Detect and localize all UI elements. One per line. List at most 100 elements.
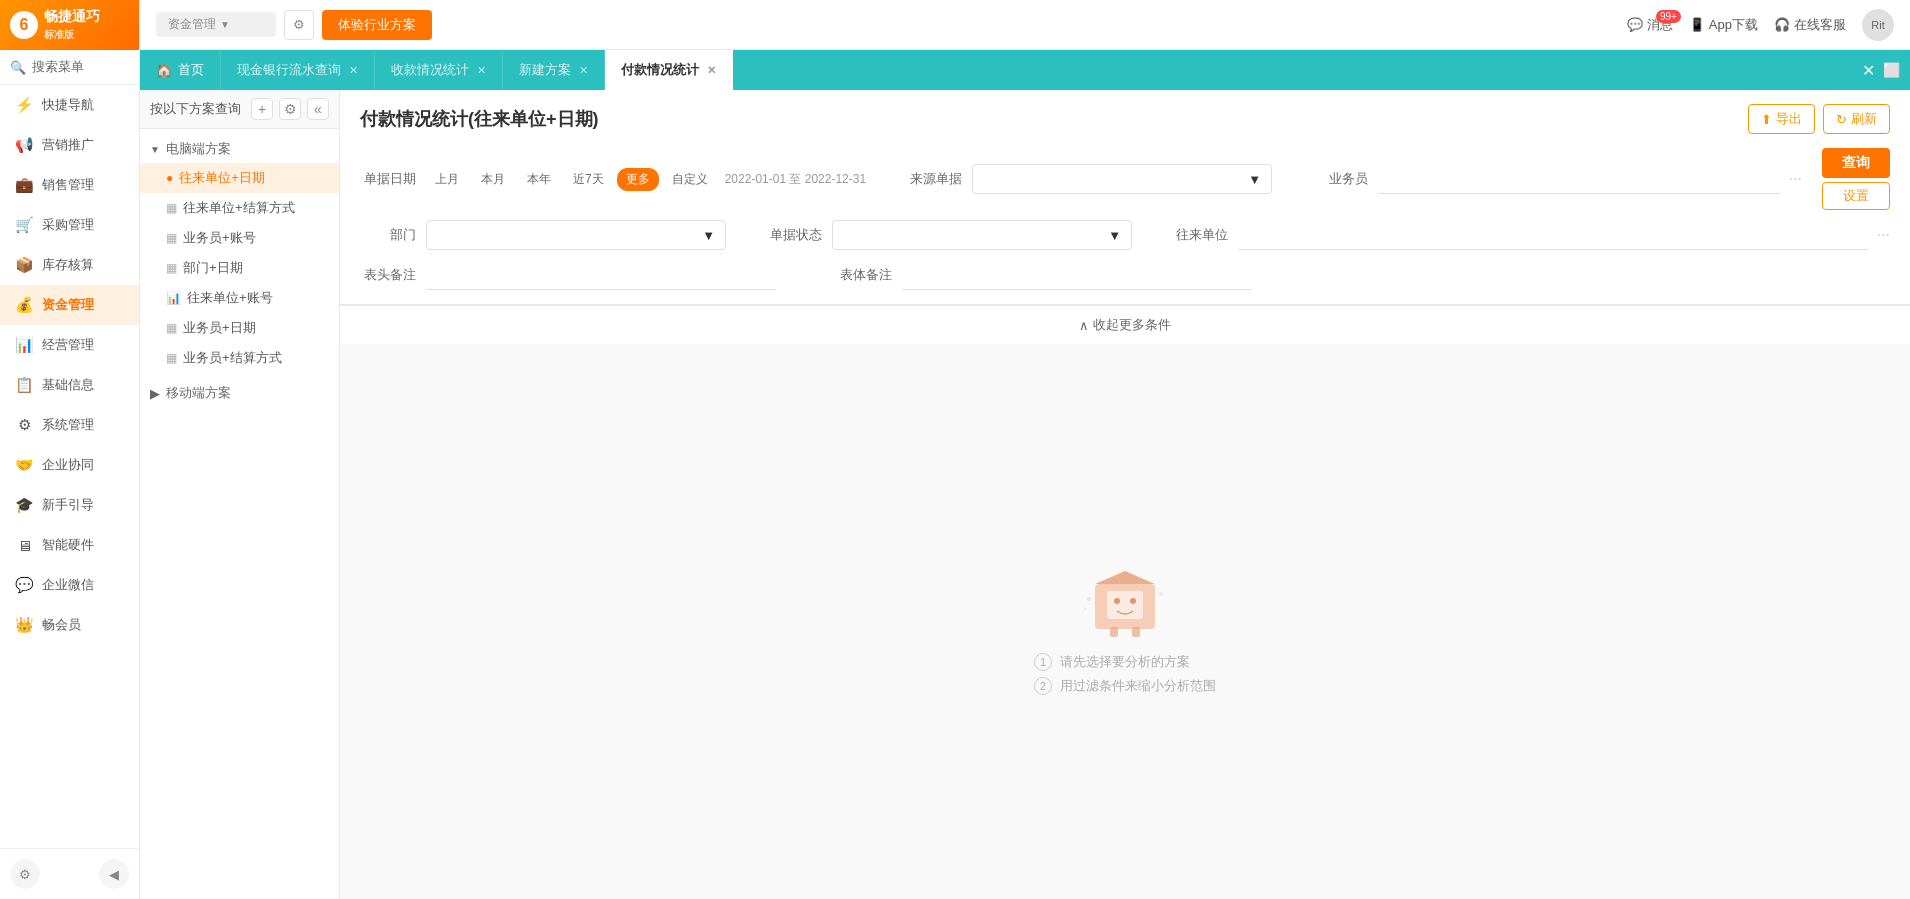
source-label: 来源单据: [906, 170, 962, 188]
empty-illustration: [1075, 549, 1175, 639]
counterparty-input[interactable]: [1238, 220, 1869, 250]
sidebar-item-enterprise[interactable]: 🤝 企业协同: [0, 445, 139, 485]
tree-item-salesman-date[interactable]: ▦ 业务员+日期: [140, 313, 339, 343]
sidebar-item-wechat[interactable]: 💬 企业微信: [0, 565, 139, 605]
panel-collapse-btn[interactable]: «: [307, 98, 329, 120]
panel-settings-btn[interactable]: ⚙: [279, 98, 301, 120]
notification-btn[interactable]: 💬 消息 99+: [1627, 16, 1673, 34]
marketing-label: 营销推广: [42, 136, 94, 154]
sidebar-item-basic-info[interactable]: 📋 基础信息: [0, 365, 139, 405]
avatar-text: Rit: [1871, 19, 1884, 31]
collapse-bar[interactable]: ∧ 收起更多条件: [340, 305, 1910, 344]
tab-cashflow-close[interactable]: ✕: [349, 64, 358, 77]
sidebar-item-hardware[interactable]: 🖥 智能硬件: [0, 525, 139, 565]
sidebar-item-member[interactable]: 👑 畅会员: [0, 605, 139, 645]
docstatus-select[interactable]: ▼: [832, 220, 1132, 250]
sidebar-item-purchase[interactable]: 🛒 采购管理: [0, 205, 139, 245]
body-note-area: [902, 260, 1252, 290]
pill-7days[interactable]: 近7天: [564, 168, 613, 191]
trial-btn[interactable]: 体验行业方案: [322, 10, 432, 40]
collapse-label: 收起更多条件: [1093, 316, 1171, 334]
tree-item-salesman-settlement[interactable]: ▦ 业务员+结算方式: [140, 343, 339, 373]
tab-payments-close[interactable]: ✕: [707, 64, 716, 77]
tree-group-mobile-header[interactable]: ▶ 移动端方案: [140, 379, 339, 407]
member-label: 畅会员: [42, 616, 81, 634]
tree-group-desktop-header[interactable]: ▼ 电脑端方案: [140, 135, 339, 163]
sidebar-item-sales[interactable]: 💼 销售管理: [0, 165, 139, 205]
sidebar-item-finance[interactable]: 💰 资金管理: [0, 285, 139, 325]
tab-new-plan[interactable]: 新建方案 ✕: [503, 50, 605, 90]
tree-item-counterparty-account[interactable]: 📊 往来单位+账号: [140, 283, 339, 313]
tab-bar: 🏠 首页 现金银行流水查询 ✕ 收款情况统计 ✕ 新建方案 ✕ 付款情况统计 ✕…: [140, 50, 1910, 90]
online-service-btn[interactable]: 🎧 在线客服: [1774, 16, 1846, 34]
tree-item-dept-date[interactable]: ▦ 部门+日期: [140, 253, 339, 283]
tree-item-counterparty-payment[interactable]: ▦ 往来单位+结算方式: [140, 193, 339, 223]
basicinfo-icon: 📋: [14, 375, 34, 395]
sidebar-item-inventory[interactable]: 📦 库存核算: [0, 245, 139, 285]
step-1-label: 请先选择要分析的方案: [1060, 653, 1190, 671]
header-settings-btn[interactable]: ⚙: [284, 10, 314, 40]
docstatus-dropdown-icon: ▼: [1108, 228, 1121, 243]
tree-item-salesman-account[interactable]: ▦ 业务员+账号: [140, 223, 339, 253]
pill-last-month[interactable]: 上月: [426, 168, 468, 191]
tree-icon-table4: ▦: [166, 321, 177, 335]
sidebar-item-quicknav[interactable]: ⚡ 快捷导航: [0, 85, 139, 125]
footer-settings-btn[interactable]: ⚙: [10, 859, 40, 889]
sidebar-item-guide[interactable]: 🎓 新手引导: [0, 485, 139, 525]
sidebar-item-system[interactable]: ⚙ 系统管理: [0, 405, 139, 445]
svg-point-9: [1084, 607, 1087, 610]
breadcrumb-select[interactable]: 资金管理 ▼: [156, 12, 276, 37]
app-download-btn[interactable]: 📱 App下载: [1689, 16, 1758, 34]
dept-select[interactable]: ▼: [426, 220, 726, 250]
purchase-label: 采购管理: [42, 216, 94, 234]
system-label: 系统管理: [42, 416, 94, 434]
operations-label: 经营管理: [42, 336, 94, 354]
tab-home[interactable]: 🏠 首页: [140, 50, 221, 90]
source-select[interactable]: ▼: [972, 164, 1272, 194]
logo-sub: 标准版: [44, 28, 100, 42]
tab-newplan-close[interactable]: ✕: [579, 64, 588, 77]
body-note-input[interactable]: [902, 260, 1252, 290]
content-area: 按以下方案查询 + ⚙ « ▼ 电脑端方案 ●: [140, 90, 1910, 899]
body-note-label: 表体备注: [836, 266, 892, 284]
pill-more[interactable]: 更多: [617, 168, 659, 191]
pill-custom[interactable]: 自定义: [663, 168, 717, 191]
panel-add-btn[interactable]: +: [251, 98, 273, 120]
footer-collapse-btn[interactable]: ◀: [99, 859, 129, 889]
salesman-dots-icon[interactable]: ···: [1781, 170, 1802, 188]
tab-close-all-icon[interactable]: ✕: [1862, 61, 1875, 80]
sidebar-item-marketing[interactable]: 📢 营销推广: [0, 125, 139, 165]
tab-maximize-icon[interactable]: ⬜: [1883, 62, 1900, 78]
counterparty-label: 往来单位: [1172, 226, 1228, 244]
header-note-input[interactable]: [426, 260, 776, 290]
query-btn[interactable]: 查询: [1822, 148, 1890, 178]
counterparty-area: ···: [1238, 220, 1890, 250]
filter-row-1: 单据日期 上月 本月 本年 近7天 更多 自定义 2022-01-01 至 20…: [360, 148, 1890, 210]
tree-item-counterparty-date[interactable]: ● 往来单位+日期: [140, 163, 339, 193]
empty-state: 1 请先选择要分析的方案 2 用过滤条件来缩小分析范围: [340, 344, 1910, 899]
user-avatar[interactable]: Rit: [1862, 9, 1894, 41]
tab-receipts-close[interactable]: ✕: [477, 64, 486, 77]
panel-tree: ▼ 电脑端方案 ● 往来单位+日期 ▦ 往来单位+结算方式 ▦ 业务员+账号: [140, 129, 339, 899]
tree-icon-chart: 📊: [166, 291, 181, 305]
top-header: 资金管理 ▼ ⚙ 体验行业方案 💬 消息 99+ 📱 App下载 🎧 在线客服: [140, 0, 1910, 50]
tab-cashflow[interactable]: 现金银行流水查询 ✕: [221, 50, 375, 90]
breadcrumb-text: 资金管理: [168, 16, 216, 33]
tab-payments[interactable]: 付款情况统计 ✕: [605, 50, 733, 90]
search-menu[interactable]: 🔍 搜索菜单: [0, 50, 139, 85]
sidebar-item-operations[interactable]: 📊 经营管理: [0, 325, 139, 365]
finance-label: 资金管理: [42, 296, 94, 314]
salesman-input[interactable]: [1378, 164, 1781, 194]
pill-this-month[interactable]: 本月: [472, 168, 514, 191]
headset-icon: 🎧: [1774, 17, 1790, 32]
tab-receipts[interactable]: 收款情况统计 ✕: [375, 50, 503, 90]
logo-icon: 6: [10, 11, 38, 39]
marketing-icon: 📢: [14, 135, 34, 155]
settings-small-btn[interactable]: 设置: [1822, 182, 1890, 210]
counterparty-dots-icon[interactable]: ···: [1869, 226, 1890, 244]
svg-marker-1: [1095, 571, 1155, 584]
pill-this-year[interactable]: 本年: [518, 168, 560, 191]
svg-point-4: [1130, 598, 1136, 604]
refresh-btn[interactable]: ↻ 刷新: [1823, 104, 1890, 134]
export-btn[interactable]: ⬆ 导出: [1748, 104, 1815, 134]
